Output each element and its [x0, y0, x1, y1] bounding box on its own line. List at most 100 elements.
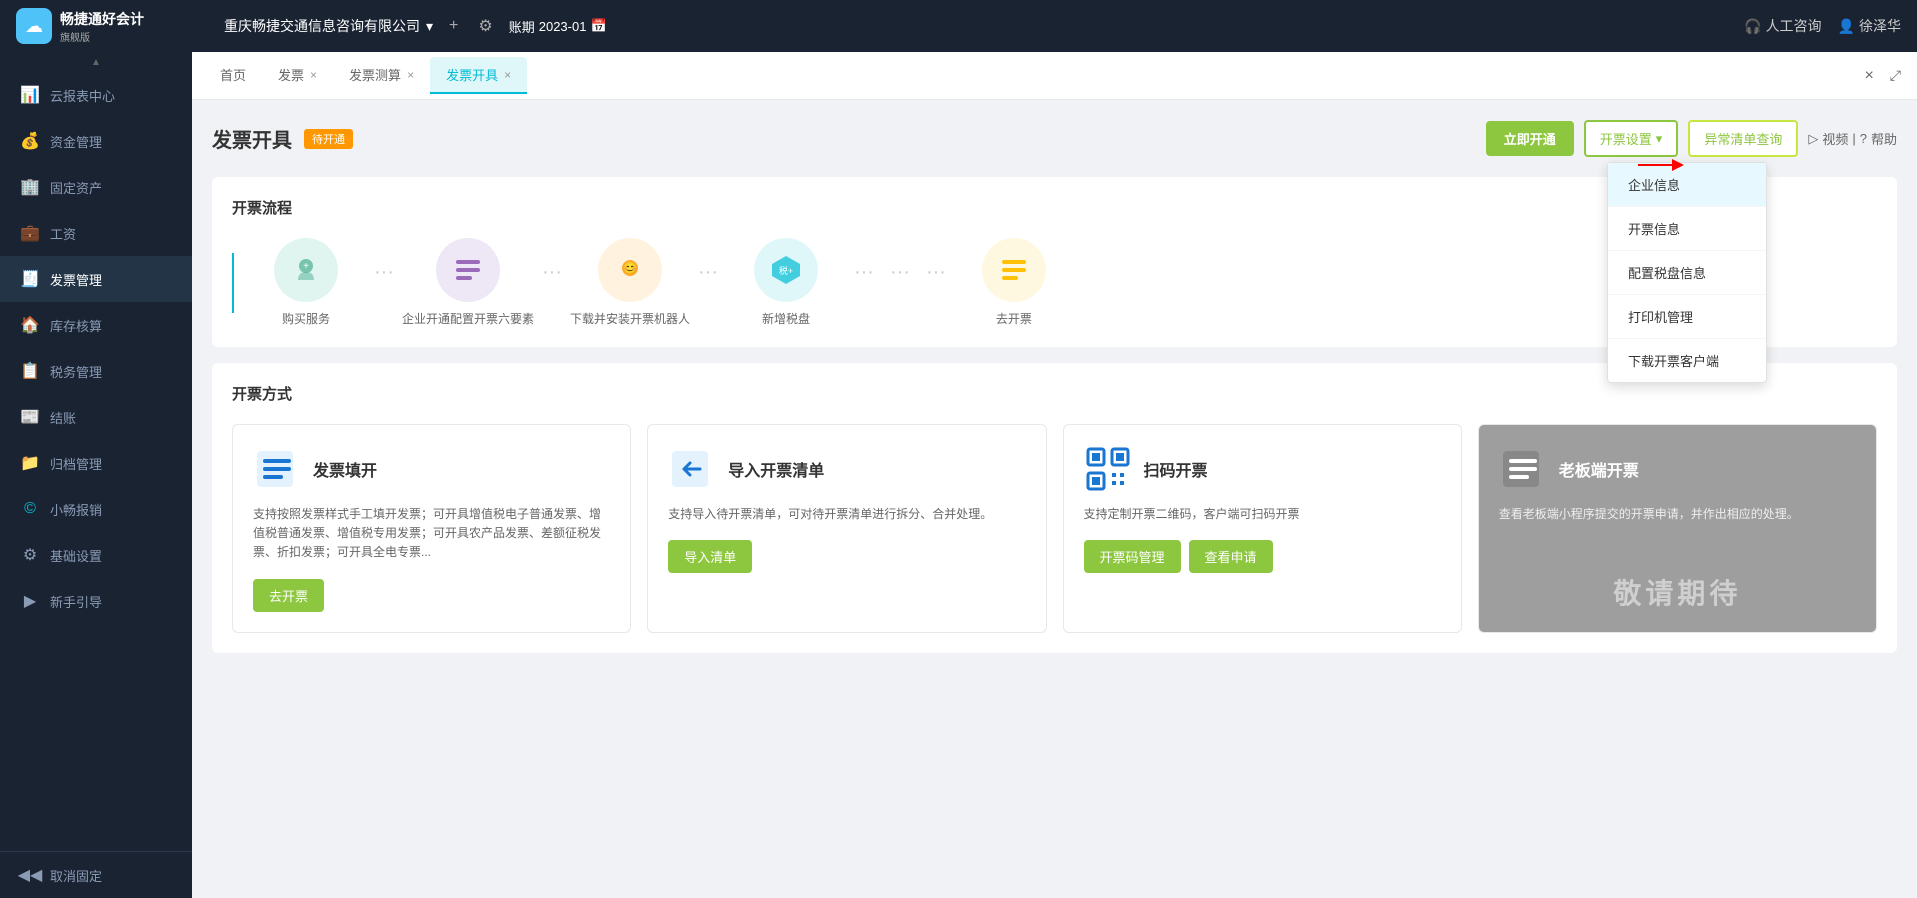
sidebar-item-settings[interactable]: ⚙ 基础设置	[0, 532, 192, 578]
company-dropdown-icon: ▾	[426, 18, 433, 35]
method-boss-header: 老板端开票	[1499, 445, 1856, 493]
page-title: 发票开具	[212, 124, 292, 153]
tab-issue[interactable]: 发票开具 ×	[430, 57, 527, 94]
sidebar-item-settle[interactable]: 📰 结账	[0, 394, 192, 440]
content-area: 首页 发票 × 发票测算 × 发票开具 × × ⤢	[192, 52, 1917, 898]
sidebar-item-cloud-report[interactable]: 📊 云报表中心	[0, 72, 192, 118]
sidebar-label-xiaochang: 小畅报销	[50, 500, 102, 519]
import-button[interactable]: 导入清单	[668, 540, 752, 573]
settings-icon: ⚙	[20, 545, 40, 565]
tab-estimate-close[interactable]: ×	[407, 68, 414, 82]
header-actions: 立即开通 开票设置 ▾ 异常清单查询 ▷ 视频 | ? 帮助	[1486, 120, 1897, 157]
tab-home[interactable]: 首页	[204, 57, 262, 94]
boss-overlay: 敬请期待	[1479, 572, 1876, 612]
username: 徐泽华	[1859, 16, 1901, 36]
logo-subtitle: 旗舰版	[60, 29, 144, 44]
process-step-buy: + 购买服务	[246, 238, 366, 327]
salary-icon: 💼	[20, 223, 40, 243]
calendar-icon: 📅	[590, 18, 606, 34]
sidebar-item-fund[interactable]: 💰 资金管理	[0, 118, 192, 164]
red-arrow-indicator	[1638, 155, 1688, 178]
cloud-report-icon: 📊	[20, 85, 40, 105]
method-fill-header: 发票填开	[253, 445, 610, 493]
tab-expand-button[interactable]: ⤢	[1886, 63, 1905, 88]
sidebar-label-unpin: 取消固定	[50, 866, 102, 885]
tab-invoice-label: 发票	[278, 65, 304, 84]
disk-label: 新增税盘	[762, 310, 810, 327]
tab-home-label: 首页	[220, 65, 246, 84]
settings-dropdown-label: 开票设置	[1600, 129, 1652, 148]
download-label: 下载并安装开票机器人	[570, 310, 690, 327]
tab-close-button[interactable]: ×	[1860, 63, 1877, 89]
import-icon	[668, 445, 716, 493]
tab-invoice[interactable]: 发票 ×	[262, 57, 333, 94]
help-area: ▷ 视频 | ? 帮助	[1808, 129, 1897, 148]
logo-area: ☁ 畅捷通好会计 旗舰版	[16, 8, 208, 44]
settle-icon: 📰	[20, 407, 40, 427]
sidebar-item-fixed-assets[interactable]: 🏢 固定资产	[0, 164, 192, 210]
import-title: 导入开票清单	[728, 457, 824, 481]
sidebar-label-settle: 结账	[50, 408, 76, 427]
tab-issue-close[interactable]: ×	[504, 68, 511, 82]
video-label[interactable]: 视频	[1822, 129, 1848, 148]
svg-text:😊: 😊	[623, 261, 638, 275]
process-step-config: 企业开通配置开票六要素	[402, 238, 534, 327]
process-step-disk: 税+ 新增税盘	[726, 238, 846, 327]
sidebar-item-invoice[interactable]: 🧾 发票管理	[0, 256, 192, 302]
add-button[interactable]: +	[445, 13, 462, 39]
scan-title: 扫码开票	[1144, 457, 1208, 481]
import-actions: 导入清单	[668, 540, 1025, 573]
company-selector[interactable]: 重庆畅捷交通信息咨询有限公司 ▾	[224, 16, 433, 36]
sidebar-label-inventory: 库存核算	[50, 316, 102, 335]
arrow-4: ···	[854, 261, 874, 284]
company-name: 重庆畅捷交通信息咨询有限公司	[224, 16, 420, 36]
dropdown-item-invoice-info[interactable]: 开票信息	[1608, 207, 1766, 251]
sidebar-item-tax[interactable]: 📋 税务管理	[0, 348, 192, 394]
headset-icon: 🎧	[1744, 18, 1761, 35]
help-label[interactable]: 帮助	[1871, 129, 1897, 148]
sidebar-label-tax: 税务管理	[50, 362, 102, 381]
sidebar-scroll-up[interactable]: ▲	[0, 52, 192, 72]
sidebar-item-unpin[interactable]: ◀◀ 取消固定	[0, 852, 192, 898]
fill-icon	[253, 445, 301, 493]
sidebar-item-inventory[interactable]: 🏠 库存核算	[0, 302, 192, 348]
methods-section: 开票方式 发票填开 支持按照发票样式手工填开发票；可开具增值税电子普通发票、增值…	[212, 363, 1897, 653]
sidebar-item-salary[interactable]: 💼 工资	[0, 210, 192, 256]
tab-invoice-close[interactable]: ×	[310, 68, 317, 82]
sidebar-item-archive[interactable]: 📁 归档管理	[0, 440, 192, 486]
dropdown-item-download-client[interactable]: 下载开票客户端	[1608, 339, 1766, 382]
invoice-icon: 🧾	[20, 269, 40, 289]
method-scan-header: 扫码开票	[1084, 445, 1441, 493]
method-fill: 发票填开 支持按照发票样式手工填开发票；可开具增值税电子普通发票、增值税普通发票…	[232, 424, 631, 633]
scan-icon	[1084, 445, 1132, 493]
support-button[interactable]: 🎧 人工咨询	[1744, 16, 1821, 36]
tab-estimate[interactable]: 发票测算 ×	[333, 57, 430, 94]
settings-dropdown-menu: 企业信息 开票信息 配置税盘信息 打印机管理 下载开票客户端	[1607, 162, 1767, 383]
scan-manage-button[interactable]: 开票码管理	[1084, 540, 1181, 573]
status-badge: 待开通	[304, 129, 353, 149]
tab-estimate-label: 发票测算	[349, 65, 401, 84]
settings-icon-button[interactable]: ⚙	[474, 12, 496, 40]
dropdown-item-tax-disk[interactable]: 配置税盘信息	[1608, 251, 1766, 295]
sidebar-item-xiaochang[interactable]: © 小畅报销	[0, 486, 192, 532]
user-profile[interactable]: 👤 徐泽华	[1838, 16, 1901, 36]
tab-bar: 首页 发票 × 发票测算 × 发票开具 × × ⤢	[192, 52, 1917, 100]
scan-apply-button[interactable]: 查看申请	[1189, 540, 1273, 573]
logo-icon: ☁	[16, 8, 52, 44]
dropdown-item-printer[interactable]: 打印机管理	[1608, 295, 1766, 339]
fill-actions: 去开票	[253, 579, 610, 612]
help-icon: ?	[1860, 131, 1867, 146]
xiaochang-icon: ©	[20, 499, 40, 519]
method-import: 导入开票清单 支持导入待开票清单，可对待开票清单进行拆分、合并处理。 导入清单	[647, 424, 1046, 633]
fill-go-button[interactable]: 去开票	[253, 579, 324, 612]
method-boss: 老板端开票 查看老板端小程序提交的开票申请，并作出相应的处理。 敬请期待	[1478, 424, 1877, 633]
buy-label: 购买服务	[282, 310, 330, 327]
period-value: 2023-01	[539, 19, 587, 34]
exception-button[interactable]: 异常清单查询	[1688, 120, 1798, 157]
play-icon: ▷	[1808, 131, 1818, 147]
sidebar-item-guide[interactable]: ▶ 新手引导	[0, 578, 192, 624]
settings-dropdown-button[interactable]: 开票设置 ▾	[1584, 120, 1679, 157]
main-layout: ▲ 📊 云报表中心 💰 资金管理 🏢 固定资产 💼 工资 🧾 发票管理	[0, 52, 1917, 898]
activate-button[interactable]: 立即开通	[1486, 121, 1574, 156]
fund-icon: 💰	[20, 131, 40, 151]
